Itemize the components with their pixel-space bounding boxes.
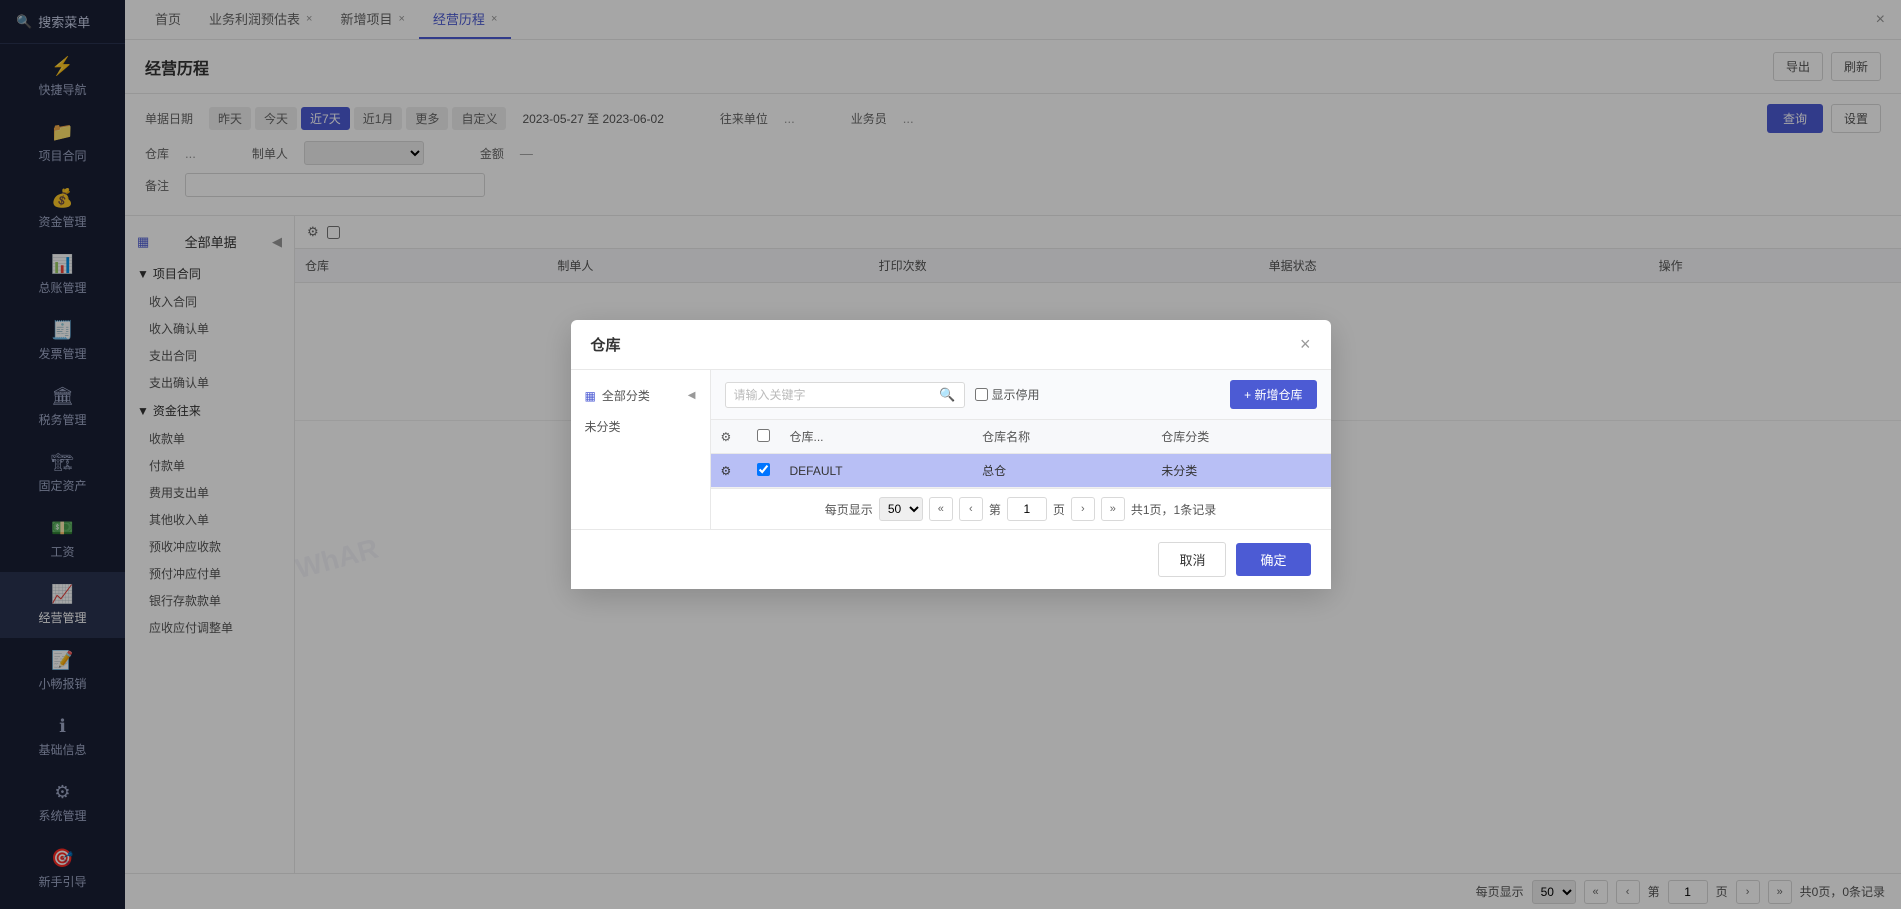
modal-overlay: 仓库 × ▦ 全部分类 ◀ 未分类 🔍 <box>0 0 1901 909</box>
modal-table-header-row: ⚙ 仓库... 仓库名称 仓库分类 <box>711 420 1331 454</box>
modal-page-word: 第 <box>989 501 1001 518</box>
col-name-header: 仓库名称 <box>972 420 1151 454</box>
modal-search-box[interactable]: 🔍 <box>725 382 965 408</box>
uncategorized-label: 未分类 <box>585 418 621 435</box>
modal-title: 仓库 <box>591 334 621 355</box>
row-code: DEFAULT <box>780 454 973 488</box>
modal-last-page[interactable]: » <box>1101 497 1125 521</box>
modal-table-row[interactable]: ⚙ DEFAULT 总仓 未分类 <box>711 454 1331 488</box>
modal-prev-page[interactable]: ‹ <box>959 497 983 521</box>
modal-next-page[interactable]: › <box>1071 497 1095 521</box>
row-settings[interactable]: ⚙ <box>711 454 747 488</box>
modal-first-page[interactable]: « <box>929 497 953 521</box>
modal-header: 仓库 × <box>571 320 1331 370</box>
modal-total-label: 共1页，1条记录 <box>1131 501 1216 518</box>
show-disabled-text: 显示停用 <box>992 386 1040 403</box>
modal-right-toolbar: 🔍 显示停用 + 新增仓库 <box>711 370 1331 420</box>
modal-body: ▦ 全部分类 ◀ 未分类 🔍 显示停用 <box>571 370 1331 529</box>
modal-right-panel: 🔍 显示停用 + 新增仓库 ⚙ 仓库... <box>711 370 1331 529</box>
modal-close-button[interactable]: × <box>1300 334 1311 355</box>
show-disabled-checkbox[interactable] <box>975 388 988 401</box>
cancel-button[interactable]: 取消 <box>1158 542 1226 577</box>
row-category: 未分类 <box>1151 454 1330 488</box>
warehouse-modal: 仓库 × ▦ 全部分类 ◀ 未分类 🔍 <box>571 320 1331 589</box>
modal-footer: 取消 确定 <box>571 529 1331 589</box>
row-select-checkbox[interactable] <box>757 463 770 476</box>
col-code-header: 仓库... <box>780 420 973 454</box>
modal-page-input[interactable] <box>1007 497 1047 521</box>
confirm-button[interactable]: 确定 <box>1236 543 1310 576</box>
modal-search-icon: 🔍 <box>939 387 955 403</box>
col-settings[interactable]: ⚙ <box>711 420 747 454</box>
col-category-header: 仓库分类 <box>1151 420 1330 454</box>
modal-table-wrap: ⚙ 仓库... 仓库名称 仓库分类 ⚙ DEFAULT 总仓 未分类 <box>711 420 1331 488</box>
all-category-label: 全部分类 <box>602 387 650 404</box>
modal-pagination: 每页显示 50 « ‹ 第 页 › » 共1页，1条记录 <box>711 488 1331 529</box>
modal-warehouse-table: ⚙ 仓库... 仓库名称 仓库分类 ⚙ DEFAULT 总仓 未分类 <box>711 420 1331 488</box>
row-checkbox[interactable] <box>747 454 780 488</box>
show-disabled-label[interactable]: 显示停用 <box>975 386 1040 403</box>
col-checkbox-header[interactable] <box>747 420 780 454</box>
modal-left-all-category[interactable]: ▦ 全部分类 ◀ <box>571 380 710 411</box>
modal-search-input[interactable] <box>734 388 934 402</box>
modal-page-label: 页 <box>1053 501 1065 518</box>
modal-page-size-label: 每页显示 <box>825 501 873 518</box>
modal-left-panel: ▦ 全部分类 ◀ 未分类 <box>571 370 711 529</box>
modal-left-uncategorized[interactable]: 未分类 <box>571 411 710 442</box>
row-name: 总仓 <box>972 454 1151 488</box>
modal-select-all[interactable] <box>757 429 770 442</box>
add-warehouse-button[interactable]: + 新增仓库 <box>1230 380 1316 409</box>
left-panel-collapse-icon[interactable]: ◀ <box>688 390 696 401</box>
category-icon: ▦ <box>585 389 596 403</box>
modal-page-size-select[interactable]: 50 <box>879 497 923 521</box>
